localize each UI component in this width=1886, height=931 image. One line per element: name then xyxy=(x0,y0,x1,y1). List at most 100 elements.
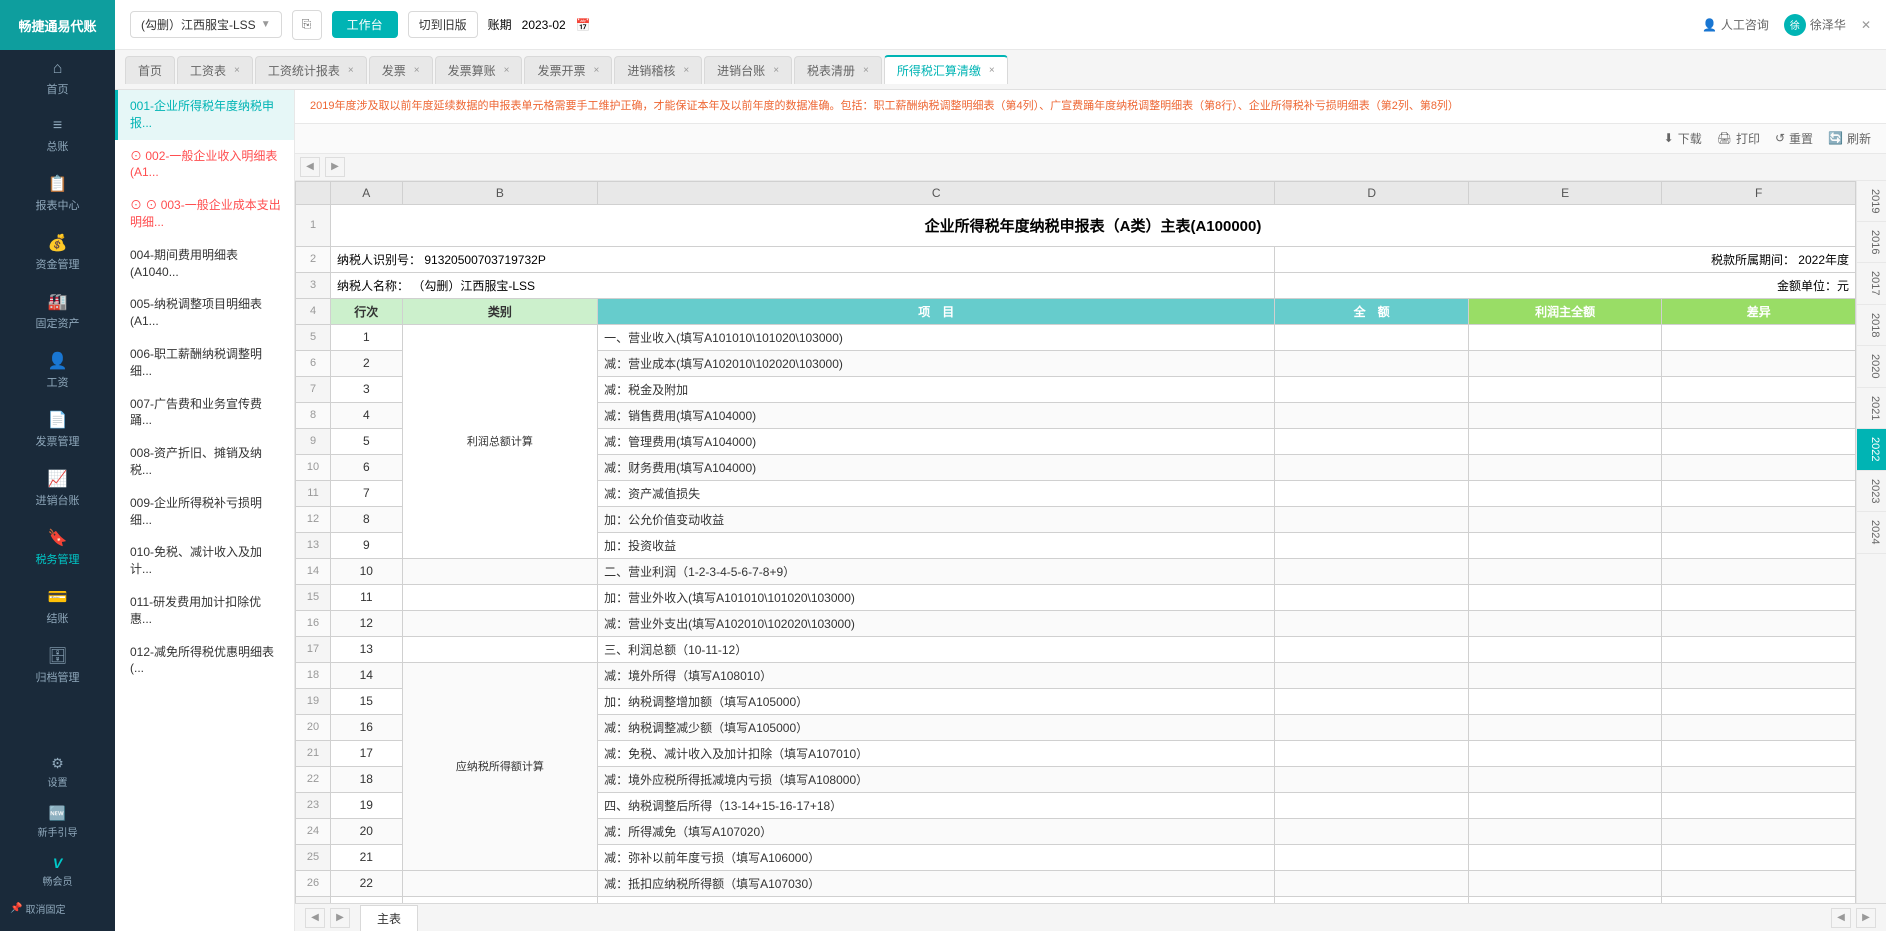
nav-arrows: ◀ ▶ xyxy=(300,157,345,177)
menu-item-009[interactable]: 009-企业所得税补亏损明细... xyxy=(115,487,294,537)
tab-sales-ledger[interactable]: 进销台账 × xyxy=(704,56,792,84)
warning-bar: 2019年度涉及取以前年度延续数据的申报表单元格需要手工维护正确，才能保证本年及… xyxy=(295,90,1886,124)
year-2018[interactable]: 2018 xyxy=(1857,305,1886,346)
tab-sales-audit[interactable]: 进销稽核 × xyxy=(614,56,702,84)
sidebar-item-settlement[interactable]: 💳 结账 xyxy=(0,577,115,636)
refresh-button[interactable]: 🔄 刷新 xyxy=(1828,130,1871,147)
print-button[interactable]: 🖨 打印 xyxy=(1717,130,1760,147)
download-button[interactable]: ⬇ 下载 xyxy=(1664,130,1702,147)
sidebar-item-invoice[interactable]: 📄 发票管理 xyxy=(0,400,115,459)
app-logo: 畅捷通易代账 xyxy=(0,0,115,50)
data-cell xyxy=(1468,844,1662,870)
tab-close-invoice-issue[interactable]: × xyxy=(593,65,599,76)
tab-close-invoice[interactable]: × xyxy=(414,65,420,76)
sheet-nav-prev[interactable]: ◀ xyxy=(305,908,325,928)
year-2019[interactable]: 2019 xyxy=(1857,181,1886,222)
col-rownum-header xyxy=(296,181,331,204)
taxpayer-id-value: 91320500703719732P xyxy=(424,253,545,267)
data-cell xyxy=(402,584,597,610)
data-cell xyxy=(1275,818,1469,844)
data-cell: 22 xyxy=(331,870,403,896)
tab-payroll-stats[interactable]: 工资统计报表 × xyxy=(255,56,367,84)
reset-button[interactable]: ↺ 重置 xyxy=(1775,130,1813,147)
row-number: 14 xyxy=(296,558,331,584)
data-cell xyxy=(1662,428,1856,454)
year-2022[interactable]: 2022 xyxy=(1857,429,1886,470)
data-cell: 5 xyxy=(331,428,403,454)
year-2024[interactable]: 2024 xyxy=(1857,512,1886,553)
tab-close-sales-audit[interactable]: × xyxy=(683,65,689,76)
menu-item-012[interactable]: 012-减免所得税优惠明细表(... xyxy=(115,636,294,686)
sheet-nav-next[interactable]: ▶ xyxy=(330,908,350,928)
user-info[interactable]: 徐 徐泽华 xyxy=(1784,14,1846,36)
tab-home[interactable]: 首页 xyxy=(125,56,175,84)
data-cell: 减：抵扣应纳税所得额（填写A107030） xyxy=(598,870,1275,896)
ai-consult[interactable]: 👤 人工咨询 xyxy=(1702,16,1769,33)
year-2020[interactable]: 2020 xyxy=(1857,346,1886,387)
year-2017[interactable]: 2017 xyxy=(1857,263,1886,304)
copy-icon[interactable]: ⎘ xyxy=(292,10,322,40)
sidebar-item-ledger[interactable]: ≡ 总账 xyxy=(0,107,115,164)
nav-next-button[interactable]: ▶ xyxy=(325,157,345,177)
legacy-switch-button[interactable]: 切到旧版 xyxy=(408,11,478,38)
sidebar-item-home[interactable]: ⌂ 首页 xyxy=(0,50,115,107)
tab-close-sales-ledger[interactable]: × xyxy=(773,65,779,76)
menu-item-004[interactable]: 004-期间费用明细表(A1040... xyxy=(115,239,294,289)
menu-item-005[interactable]: 005-纳税调整项目明细表(A1... xyxy=(115,288,294,338)
menu-item-011[interactable]: 011-研发费用加计扣除优惠... xyxy=(115,586,294,636)
menu-item-007[interactable]: 007-广告费和业务宣传费踊... xyxy=(115,388,294,438)
sidebar-item-funds[interactable]: 💰 资金管理 xyxy=(0,223,115,282)
menu-item-006[interactable]: 006-职工薪酬纳税调整明细... xyxy=(115,338,294,388)
table-scroll-area[interactable]: A B C D E F xyxy=(295,181,1856,904)
data-cell xyxy=(1662,558,1856,584)
download-icon: ⬇ xyxy=(1664,131,1674,145)
tab-income-tax[interactable]: 所得税汇算清缴 × xyxy=(884,55,1008,84)
sidebar-item-guide[interactable]: 🆕 新手引导 xyxy=(10,797,105,847)
year-2016[interactable]: 2016 xyxy=(1857,222,1886,263)
menu-item-008[interactable]: 008-资产折旧、摊销及纳税... xyxy=(115,437,294,487)
menu-item-010[interactable]: 010-免税、减计收入及加计... xyxy=(115,536,294,586)
payroll-icon: 👤 xyxy=(48,351,68,371)
menu-item-003[interactable]: ⊙ 003-一般企业成本支出明细... xyxy=(115,189,294,239)
sidebar-item-archive[interactable]: 🗄 归档管理 xyxy=(0,636,115,695)
refresh-icon: 🔄 xyxy=(1828,131,1843,145)
left-menu: 001-企业所得税年度纳税申报... 002-一般企业收入明细表(A1... ⊙… xyxy=(115,90,295,931)
archive-icon: 🗄 xyxy=(47,646,67,666)
sidebar-item-sales[interactable]: 📈 进销台账 xyxy=(0,459,115,518)
sidebar-item-label: 发票管理 xyxy=(36,433,80,449)
close-window-button[interactable]: ✕ xyxy=(1861,18,1871,32)
sidebar-item-settings[interactable]: ⚙ 设置 xyxy=(10,747,105,797)
sidebar-item-assets[interactable]: 🏭 固定资产 xyxy=(0,282,115,341)
workstation-button[interactable]: 工作台 xyxy=(332,11,398,38)
tab-payroll[interactable]: 工资表 × xyxy=(177,56,253,84)
main-content: (勾删）江西服宝-LSS ▼ ⎘ 工作台 切到旧版 账期 2023-02 📅 👤… xyxy=(115,0,1886,931)
tab-close-tax-list[interactable]: × xyxy=(863,65,869,76)
year-2023[interactable]: 2023 xyxy=(1857,471,1886,512)
table-row: 15 11 加：营业外收入(填写A101010\101020\103000) xyxy=(296,584,1856,610)
tab-invoice[interactable]: 发票 × xyxy=(369,56,433,84)
sidebar-item-vip[interactable]: V 畅会员 xyxy=(10,847,105,896)
tab-close-income-tax[interactable]: × xyxy=(989,65,995,76)
sidebar-item-tax[interactable]: 🔖 税务管理 xyxy=(0,518,115,577)
sidebar-item-reports[interactable]: 📋 报表中心 xyxy=(0,164,115,223)
year-2021[interactable]: 2021 xyxy=(1857,388,1886,429)
scroll-left-button[interactable]: ◀ xyxy=(1831,908,1851,928)
tab-close-invoice-calc[interactable]: × xyxy=(504,65,510,76)
calendar-icon[interactable]: 📅 xyxy=(576,18,591,32)
tab-invoice-calc[interactable]: 发票算账 × xyxy=(435,56,523,84)
scroll-right-button[interactable]: ▶ xyxy=(1856,908,1876,928)
tab-close-payroll-stats[interactable]: × xyxy=(348,65,354,76)
unpin-button[interactable]: 📌 取消固定 xyxy=(10,896,105,921)
tab-invoice-issue[interactable]: 发票开票 × xyxy=(524,56,612,84)
nav-prev-button[interactable]: ◀ xyxy=(300,157,320,177)
invoice-icon: 📄 xyxy=(48,410,68,430)
data-cell xyxy=(1275,402,1469,428)
sheet-tab-main[interactable]: 主表 xyxy=(360,905,418,931)
tab-close-payroll[interactable]: × xyxy=(234,65,240,76)
company-selector[interactable]: (勾删）江西服宝-LSS ▼ xyxy=(130,11,282,38)
col-leibie-header: 类别 xyxy=(402,298,597,324)
sidebar-item-payroll[interactable]: 👤 工资 xyxy=(0,341,115,400)
menu-item-002[interactable]: 002-一般企业收入明细表(A1... xyxy=(115,140,294,190)
menu-item-001[interactable]: 001-企业所得税年度纳税申报... xyxy=(115,90,294,140)
tab-tax-list[interactable]: 税表清册 × xyxy=(794,56,882,84)
